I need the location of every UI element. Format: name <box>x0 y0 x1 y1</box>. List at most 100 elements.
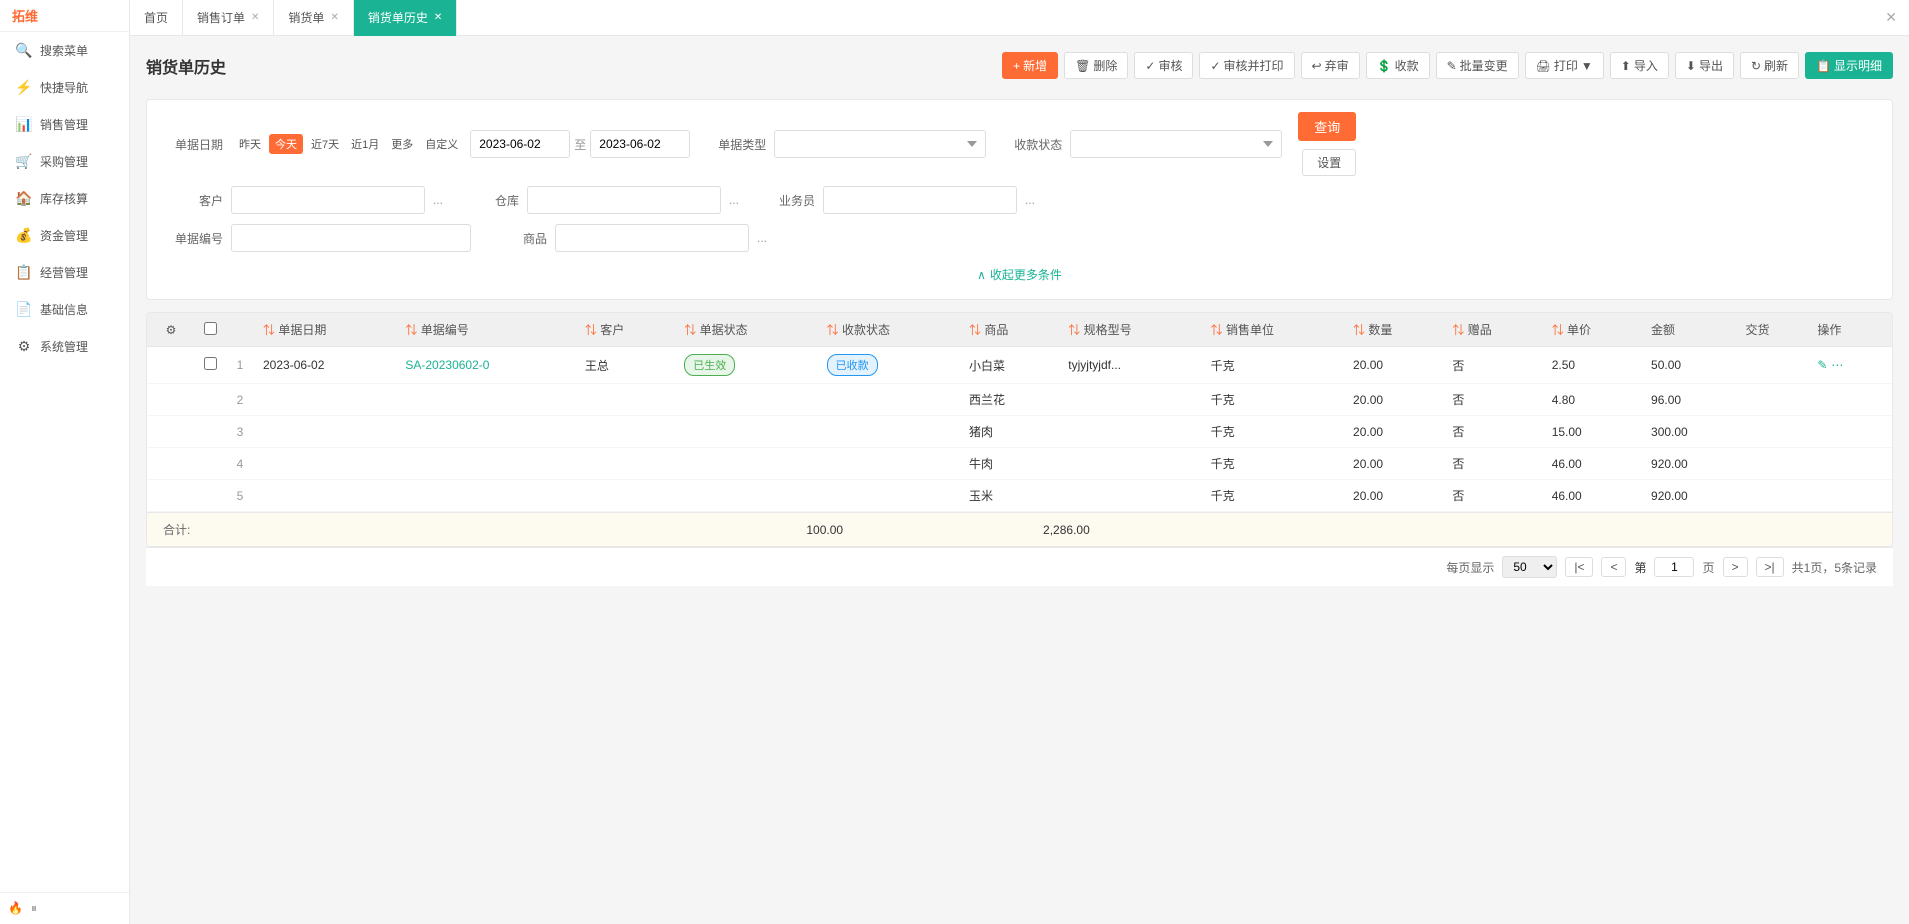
review-print-button[interactable]: ✓ 审核并打印 <box>1199 52 1294 79</box>
date-shortcut-1month[interactable]: 近1月 <box>347 134 383 154</box>
page-prev-button[interactable]: < <box>1601 557 1626 577</box>
new-button[interactable]: + 新增 <box>1002 52 1058 79</box>
inventory-icon: 🏠 <box>16 191 32 207</box>
table-row: 4 牛肉 千克 20.00 否 46.00 920.00 <box>147 448 1892 480</box>
tab-sales-history-close[interactable]: ✕ <box>434 12 442 23</box>
setting-button[interactable]: 设置 <box>1302 149 1356 176</box>
tab-home[interactable]: 首页 <box>130 0 183 36</box>
delete-button[interactable]: 🗑 删除 <box>1064 52 1128 79</box>
date-shortcut-7days[interactable]: 近7天 <box>307 134 343 154</box>
collect-button[interactable]: 💲 收款 <box>1366 52 1430 79</box>
show-detail-button[interactable]: 📋 显示明细 <box>1805 52 1893 79</box>
col-receipt-status[interactable]: ⇅ 收款状态 <box>819 313 961 347</box>
review-button[interactable]: ✓ 审核 <box>1134 52 1193 79</box>
row-action <box>1809 416 1892 448</box>
print-button[interactable]: 🖨 打印 ▼ <box>1525 52 1604 79</box>
date-shortcut-custom[interactable]: 自定义 <box>421 134 462 154</box>
row-doc-status <box>676 480 818 512</box>
col-settings[interactable]: ⚙ <box>147 313 195 347</box>
refresh-button[interactable]: ↻ 刷新 <box>1740 52 1799 79</box>
import-button[interactable]: ⬆ 导入 <box>1610 52 1669 79</box>
doc-no-input[interactable] <box>231 224 471 252</box>
col-doc-date[interactable]: ⇅ 单据日期 <box>255 313 397 347</box>
print-icon: 🖨 <box>1536 59 1551 73</box>
date-to-input[interactable] <box>590 130 690 158</box>
row-checkbox-cell <box>195 384 225 416</box>
tab-sales-order[interactable]: 销售订单 ✕ <box>183 0 274 36</box>
goods-more-icon[interactable]: ... <box>757 231 767 245</box>
edit-action-btn[interactable]: ✎ <box>1817 358 1827 372</box>
sort-icon: ⇅ <box>1353 323 1365 337</box>
sidebar-item-finance[interactable]: 💰 资金管理 <box>0 217 129 254</box>
sidebar-fire-icon[interactable]: 🔥 <box>8 901 23 916</box>
receipt-status-select[interactable] <box>1070 130 1282 158</box>
sidebar-item-quick-nav[interactable]: ⚡ 快捷导航 <box>0 69 129 106</box>
date-shortcut-yesterday[interactable]: 昨天 <box>235 134 265 154</box>
doc-no-link[interactable]: SA-20230602-0 <box>405 358 489 372</box>
tab-sales-goods[interactable]: 销货单 ✕ <box>274 0 353 36</box>
refresh-icon: ↻ <box>1751 59 1761 73</box>
more-action-btn[interactable]: ⋯ <box>1831 358 1843 372</box>
sidebar-item-system[interactable]: ⚙ 系统管理 <box>0 328 129 365</box>
sort-icon: ⇅ <box>1211 323 1223 337</box>
page-last-button[interactable]: >| <box>1756 557 1784 577</box>
staff-input[interactable] <box>823 186 1017 214</box>
select-all-checkbox[interactable] <box>204 322 217 335</box>
col-price[interactable]: ⇅ 单价 <box>1544 313 1643 347</box>
col-goods[interactable]: ⇅ 商品 <box>961 313 1060 347</box>
query-area: 查询 设置 <box>1298 112 1356 176</box>
review-print-label: 审核并打印 <box>1224 57 1284 74</box>
sidebar-item-search-menu[interactable]: 🔍 搜索菜单 <box>0 32 129 69</box>
warehouse-input[interactable] <box>527 186 721 214</box>
table-row: 1 2023-06-02 SA-20230602-0 王总 已生效 已收款 小白… <box>147 347 1892 384</box>
customer-input[interactable] <box>231 186 425 214</box>
row-transaction <box>1738 480 1810 512</box>
col-customer[interactable]: ⇅ 客户 <box>577 313 676 347</box>
col-qty[interactable]: ⇅ 数量 <box>1345 313 1444 347</box>
col-gift[interactable]: ⇅ 赠品 <box>1444 313 1543 347</box>
batch-change-button[interactable]: ✎ 批量变更 <box>1436 52 1519 79</box>
page-first-button[interactable]: |< <box>1565 557 1593 577</box>
goods-input[interactable] <box>555 224 749 252</box>
tab-sales-history[interactable]: 销货单历史 ✕ <box>354 0 457 36</box>
col-doc-no[interactable]: ⇅ 单据编号 <box>397 313 577 347</box>
date-shortcut-today[interactable]: 今天 <box>269 134 303 154</box>
export-button[interactable]: ⬇ 导出 <box>1675 52 1734 79</box>
page-next-button[interactable]: > <box>1723 557 1748 577</box>
date-shortcut-more[interactable]: 更多 <box>387 134 417 154</box>
tabbar-close-all[interactable]: ✕ <box>1873 9 1909 26</box>
sidebar-item-purchase-mgmt[interactable]: 🛒 采购管理 <box>0 143 129 180</box>
tab-sales-order-close[interactable]: ✕ <box>251 12 259 23</box>
collapse-button[interactable]: ∧ 收起更多条件 <box>163 262 1876 287</box>
col-unit[interactable]: ⇅ 销售单位 <box>1203 313 1345 347</box>
query-button[interactable]: 查询 <box>1298 112 1356 141</box>
row-checkbox[interactable] <box>204 357 217 370</box>
col-spec[interactable]: ⇅ 规格型号 <box>1060 313 1202 347</box>
row-spec <box>1060 480 1202 512</box>
abandon-button[interactable]: ↩ 弃审 <box>1301 52 1360 79</box>
sidebar-item-operations[interactable]: 📋 经营管理 <box>0 254 129 291</box>
page-size-select[interactable]: 20 50 100 <box>1502 556 1557 578</box>
app-logo: 拓维 <box>0 0 129 32</box>
col-doc-status[interactable]: ⇅ 单据状态 <box>676 313 818 347</box>
main-area: 首页 销售订单 ✕ 销货单 ✕ 销货单历史 ✕ ✕ 销货单历史 + 新增 <box>130 0 1909 924</box>
page-number-input[interactable] <box>1654 557 1694 577</box>
customer-more-icon[interactable]: ... <box>433 193 443 207</box>
row-amount: 300.00 <box>1643 416 1738 448</box>
sidebar-pause-icon[interactable]: ⏸ <box>31 901 37 916</box>
sidebar-item-sales-mgmt[interactable]: 📊 销售管理 <box>0 106 129 143</box>
sort-icon: ⇅ <box>1068 323 1080 337</box>
date-from-input[interactable] <box>470 130 570 158</box>
row-goods: 小白菜 <box>961 347 1060 384</box>
doc-type-select[interactable] <box>774 130 986 158</box>
export-icon: ⬇ <box>1686 59 1696 73</box>
row-price: 4.80 <box>1544 384 1643 416</box>
row-checkbox-cell <box>195 347 225 384</box>
staff-more-icon[interactable]: ... <box>1025 193 1035 207</box>
warehouse-more-icon[interactable]: ... <box>729 193 739 207</box>
tab-sales-goods-close[interactable]: ✕ <box>330 12 338 23</box>
sidebar-item-basic-info[interactable]: 📄 基础信息 <box>0 291 129 328</box>
table-body: 1 2023-06-02 SA-20230602-0 王总 已生效 已收款 小白… <box>147 347 1892 512</box>
sidebar-item-inventory[interactable]: 🏠 库存核算 <box>0 180 129 217</box>
tabbar: 首页 销售订单 ✕ 销货单 ✕ 销货单历史 ✕ ✕ <box>130 0 1909 36</box>
